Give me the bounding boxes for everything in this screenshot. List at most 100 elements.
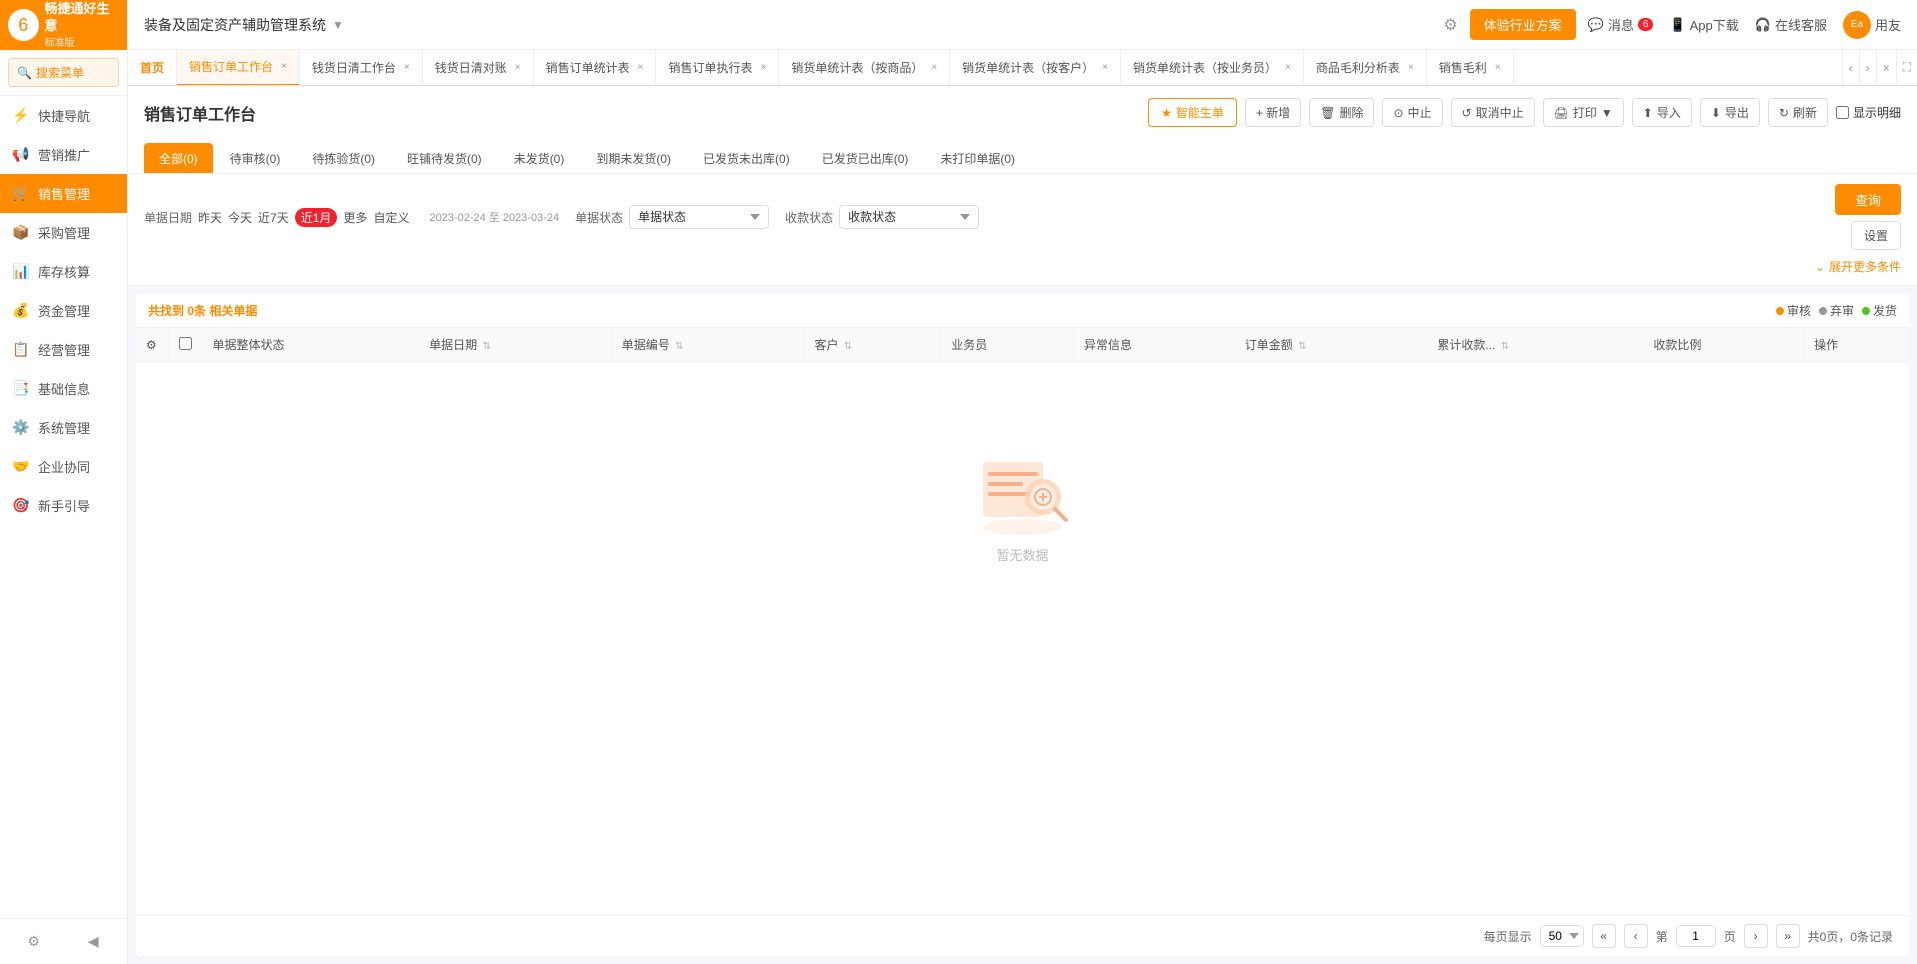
cancel-audit-action-button[interactable]: 弃审 xyxy=(1819,302,1854,319)
table-scroll-container[interactable]: ⚙ 单据整体状态 单据日期 ⇅ xyxy=(136,328,1909,915)
tab-sales-exec[interactable]: 销售订单执行表× xyxy=(656,50,779,86)
sidebar-item-inventory[interactable]: 📊 库存核算 xyxy=(0,252,127,291)
cancel-abort-button[interactable]: ↺ 取消中止 xyxy=(1451,98,1535,127)
table-area: 共找到 0条 相关单据 审核 弃审 xyxy=(136,294,1909,956)
page-number-input[interactable] xyxy=(1676,925,1716,947)
date-1month[interactable]: 近1月 xyxy=(295,208,338,227)
collapse-sidebar-button[interactable]: ◀ xyxy=(68,927,120,956)
tab-close-sales-gross[interactable]: × xyxy=(1495,62,1501,73)
query-button[interactable]: 查询 xyxy=(1835,184,1901,215)
online-service-button[interactable]: 🎧 在线客服 xyxy=(1755,15,1827,34)
first-page-button[interactable]: « xyxy=(1592,924,1616,948)
tab-close-sales-stat3[interactable]: × xyxy=(1102,62,1108,73)
tab-close-sales-workbench[interactable]: × xyxy=(281,61,287,72)
tab-close-all-button[interactable]: × xyxy=(1876,50,1896,86)
tab-scroll-left-button[interactable]: ‹ xyxy=(1842,50,1859,86)
sidebar-item-cooperation[interactable]: 🤝 企业协同 xyxy=(0,447,127,486)
sub-tab-shipped-out[interactable]: 已发货已出库(0) xyxy=(807,143,924,173)
sidebar-item-operations[interactable]: 📋 经营管理 xyxy=(0,330,127,369)
sidebar-item-finance[interactable]: 💰 资金管理 xyxy=(0,291,127,330)
per-page-select[interactable]: 50 xyxy=(1540,925,1584,947)
filter-settings-button[interactable]: 设置 xyxy=(1851,221,1901,250)
collection-select[interactable]: 收款状态 xyxy=(839,205,979,229)
show-detail-checkbox[interactable] xyxy=(1836,106,1849,119)
operations-icon: 📋 xyxy=(12,341,30,359)
date-yesterday[interactable]: 昨天 xyxy=(198,209,222,226)
tab-sales-stat3[interactable]: 销货单统计表（按客户）× xyxy=(950,50,1121,86)
sidebar-item-base-info[interactable]: 📑 基础信息 xyxy=(0,369,127,408)
sub-tab-pending-check[interactable]: 待拣验货(0) xyxy=(297,143,390,173)
user-button[interactable]: Ea 用友 xyxy=(1843,11,1901,39)
tab-cash-daily[interactable]: 钱货日清工作台× xyxy=(300,50,423,86)
sidebar-item-label-system: 系统管理 xyxy=(38,418,90,437)
select-all-checkbox[interactable] xyxy=(179,337,192,350)
prev-page-button[interactable]: ‹ xyxy=(1624,924,1648,948)
refresh-button[interactable]: ↻ 刷新 xyxy=(1768,98,1828,127)
sub-tab-all[interactable]: 全部(0) xyxy=(144,143,213,173)
th-customer[interactable]: 客户 ⇅ xyxy=(804,328,941,362)
tab-sales-stat4[interactable]: 销货单统计表（按业务员）× xyxy=(1121,50,1304,86)
th-amount[interactable]: 订单金额 ⇅ xyxy=(1234,328,1427,362)
sidebar-item-purchase[interactable]: 📦 采购管理 xyxy=(0,213,127,252)
delete-button[interactable]: 🗑 删除 xyxy=(1309,98,1374,127)
tab-close-profit-analysis[interactable]: × xyxy=(1408,62,1414,73)
tab-close-cash-reconcile[interactable]: × xyxy=(515,62,521,73)
tab-close-cash-daily[interactable]: × xyxy=(404,62,410,73)
tab-close-sales-stat4[interactable]: × xyxy=(1285,62,1291,73)
sub-tab-not-shipped[interactable]: 未发货(0) xyxy=(499,143,580,173)
next-page-button[interactable]: › xyxy=(1744,924,1768,948)
tab-close-sales-exec[interactable]: × xyxy=(760,62,766,73)
sub-tab-shipped-not-out[interactable]: 已发货未出库(0) xyxy=(688,143,805,173)
sidebar-bottom: ⚙ ◀ xyxy=(0,918,127,964)
tab-sales-stat[interactable]: 销售订单统计表× xyxy=(534,50,657,86)
export-button[interactable]: ⬇ 导出 xyxy=(1700,98,1760,127)
th-collected[interactable]: 累计收款... ⇅ xyxy=(1427,328,1643,362)
show-detail-label[interactable]: 显示明细 xyxy=(1836,104,1901,121)
ship-action-button[interactable]: 发货 xyxy=(1862,302,1897,319)
sub-tab-pending-audit[interactable]: 待审核(0) xyxy=(215,143,296,173)
sidebar-item-marketing[interactable]: 📢 营销推广 xyxy=(0,135,127,174)
industry-btn[interactable]: 体验行业方案 xyxy=(1470,9,1576,40)
smart-generate-button[interactable]: ★ 智能生单 xyxy=(1148,98,1237,127)
audit-action-button[interactable]: 审核 xyxy=(1776,302,1811,319)
sidebar-item-guide[interactable]: 🎯 新手引导 xyxy=(0,486,127,525)
sidebar-item-system[interactable]: ⚙️ 系统管理 xyxy=(0,408,127,447)
last-page-button[interactable]: » xyxy=(1776,924,1800,948)
tab-scroll-right-button[interactable]: › xyxy=(1859,50,1876,86)
sub-tab-overdue-not-shipped[interactable]: 到期未发货(0) xyxy=(581,143,686,173)
sidebar-item-quick-nav[interactable]: ⚡ 快捷导航 xyxy=(0,96,127,135)
date-range-item: 2023-02-24 至 2023-03-24 xyxy=(425,209,559,225)
import-button[interactable]: ⬆ 导入 xyxy=(1632,98,1692,127)
app-download-button[interactable]: 📱 App下载 xyxy=(1669,15,1738,34)
logo-sub: 标准版 xyxy=(45,34,119,49)
sub-tab-wangpu-pending[interactable]: 旺铺待发货(0) xyxy=(392,143,497,173)
messages-button[interactable]: 💬 消息 6 xyxy=(1588,15,1654,34)
tab-sales-workbench[interactable]: 销售订单工作台× xyxy=(177,50,300,86)
print-button[interactable]: 🖨 打印 ▼ xyxy=(1543,98,1624,127)
search-menu-button[interactable]: 🔍 搜索菜单 xyxy=(8,58,119,87)
tab-profit-analysis[interactable]: 商品毛利分析表× xyxy=(1304,50,1427,86)
date-more[interactable]: 更多 xyxy=(343,209,367,226)
add-button[interactable]: + 新增 xyxy=(1245,98,1301,127)
date-custom[interactable]: 自定义 xyxy=(373,209,409,226)
tab-fullscreen-button[interactable]: ⛶ xyxy=(1896,50,1917,86)
sidebar-item-sales[interactable]: 🛒 销售管理 xyxy=(0,174,127,213)
tab-home[interactable]: 首页 xyxy=(128,50,177,86)
system-icon: ⚙️ xyxy=(12,419,30,437)
tab-sales-stat2[interactable]: 销货单统计表（按商品）× xyxy=(779,50,950,86)
tab-cash-reconcile[interactable]: 钱货日清对账× xyxy=(423,50,534,86)
abort-button[interactable]: ⊙ 中止 xyxy=(1382,98,1442,127)
tab-sales-gross[interactable]: 销售毛利× xyxy=(1427,50,1514,86)
column-settings-th[interactable]: ⚙ xyxy=(136,328,168,362)
status-select[interactable]: 单据状态 xyxy=(629,205,769,229)
date-7days[interactable]: 近7天 xyxy=(258,209,289,226)
expand-filter-button[interactable]: ⌄ 展开更多条件 xyxy=(1815,258,1901,275)
th-number[interactable]: 单据编号 ⇅ xyxy=(611,328,804,362)
settings-bottom-button[interactable]: ⚙ xyxy=(8,927,60,956)
tab-close-sales-stat[interactable]: × xyxy=(638,62,644,73)
sub-tab-not-printed[interactable]: 未打印单据(0) xyxy=(925,143,1030,173)
th-date[interactable]: 单据日期 ⇅ xyxy=(419,328,612,362)
header-settings-icon[interactable]: ⚙ xyxy=(1443,15,1457,35)
tab-close-sales-stat2[interactable]: × xyxy=(931,62,937,73)
date-today[interactable]: 今天 xyxy=(228,209,252,226)
